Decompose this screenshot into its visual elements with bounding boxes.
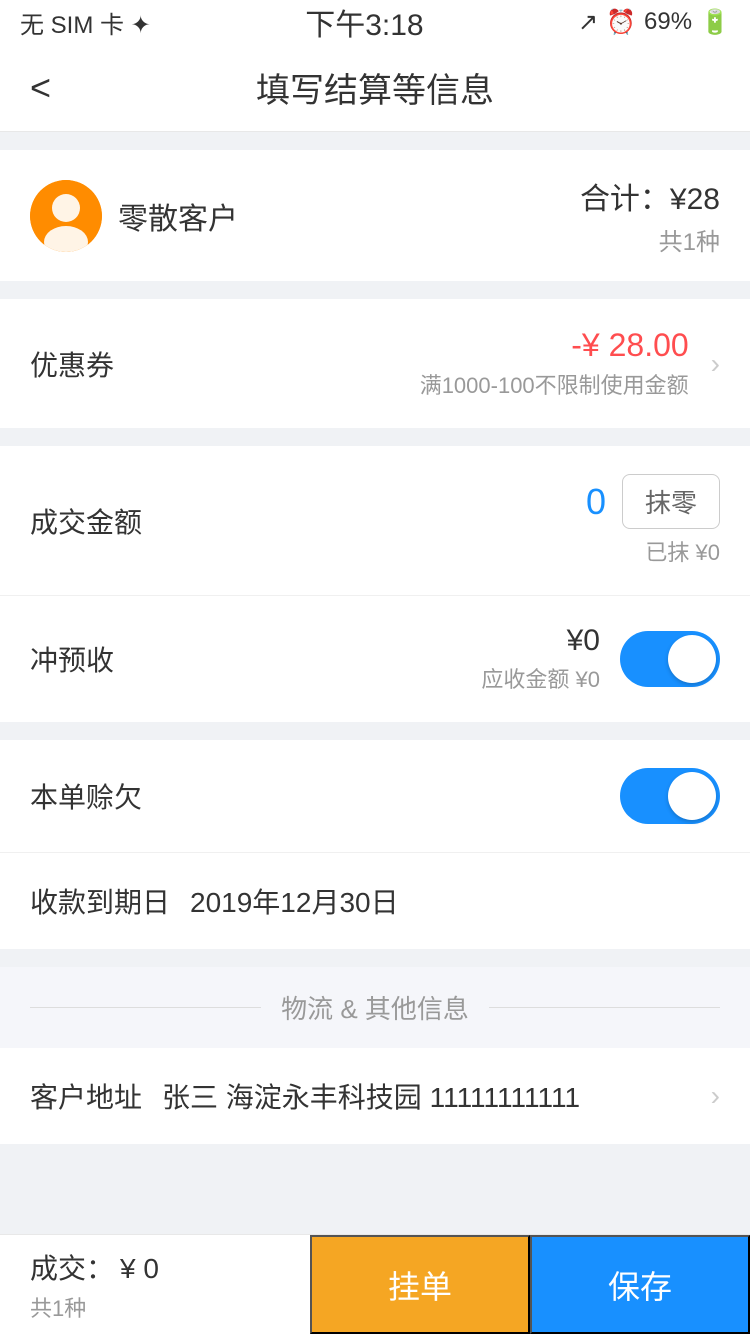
deal-sub-text: 已抹 ¥0 <box>586 535 720 567</box>
battery-icon: 🔋 <box>700 8 730 37</box>
page-title: 填写结算等信息 <box>256 63 494 112</box>
pre-sub-text: 应收金额 ¥0 <box>481 662 600 694</box>
deal-amount-row: 成交金额 0 抹零 已抹 ¥0 <box>0 446 750 596</box>
bottom-count: 共1种 <box>30 1291 310 1323</box>
divider-line-right <box>489 1007 720 1008</box>
coupon-label: 优惠券 <box>30 344 114 384</box>
logistics-label: 物流 & 其他信息 <box>281 989 469 1026</box>
battery-level: 69% <box>644 8 692 36</box>
deal-amount-right: 0 抹零 已抹 ¥0 <box>586 474 720 567</box>
status-time: 下午3:18 <box>305 0 423 44</box>
round-down-button[interactable]: 抹零 <box>622 474 720 529</box>
bottom-deal-label: 成交： <box>30 1247 114 1287</box>
coupon-info: -¥ 28.00 满1000-100不限制使用金额 <box>420 327 689 400</box>
debt-label: 本单赊欠 <box>30 776 142 816</box>
pre-amount: ¥0 <box>481 624 600 658</box>
debt-row: 本单赊欠 <box>0 740 750 852</box>
bottom-deal-row: 成交： ¥ 0 <box>30 1247 310 1287</box>
pre-receive-right: ¥0 应收金额 ¥0 <box>481 624 720 694</box>
debt-toggle-knob <box>668 772 716 820</box>
chevron-right-icon: › <box>711 348 720 380</box>
coupon-description: 满1000-100不限制使用金额 <box>420 368 689 400</box>
pre-receive-toggle[interactable] <box>620 631 720 687</box>
deal-section: 成交金额 0 抹零 已抹 ¥0 冲预收 ¥0 应收金额 ¥0 <box>0 446 750 722</box>
total-price: 合计：¥28 <box>580 174 720 218</box>
address-value: 张三 海淀永丰科技园 11111111111 <box>162 1076 703 1116</box>
clock-icon: ⏰ <box>606 8 636 37</box>
logistics-divider: 物流 & 其他信息 <box>0 967 750 1048</box>
address-section: 客户地址 张三 海淀永丰科技园 11111111111 › <box>0 1048 750 1144</box>
pre-receive-label: 冲预收 <box>30 639 114 679</box>
bottom-deal-amount: ¥ 0 <box>120 1253 159 1285</box>
divider-line-left <box>30 1007 261 1008</box>
customer-section: 零散客户 合计：¥28 共1种 <box>0 150 750 281</box>
coupon-discount: -¥ 28.00 <box>420 327 689 364</box>
status-bar: 无 SIM 卡 ✦ 下午3:18 ↗ ⏰ 69% 🔋 <box>0 0 750 44</box>
due-date-row: 收款到期日 2019年12月30日 <box>0 852 750 949</box>
status-left: 无 SIM 卡 ✦ <box>20 5 151 40</box>
deal-amount-label: 成交金额 <box>30 501 142 541</box>
pre-receive-row: 冲预收 ¥0 应收金额 ¥0 <box>0 596 750 722</box>
address-row[interactable]: 客户地址 张三 海淀永丰科技园 11111111111 › <box>0 1048 750 1144</box>
toggle-knob <box>668 635 716 683</box>
sim-status: 无 SIM 卡 ✦ <box>20 5 151 40</box>
deal-amount-value: 0 <box>586 481 606 523</box>
nav-bar: < 填写结算等信息 <box>0 44 750 132</box>
customer-left: 零散客户 <box>30 180 238 252</box>
address-label: 客户地址 <box>30 1076 142 1116</box>
pre-amount-block: ¥0 应收金额 ¥0 <box>481 624 600 694</box>
debt-toggle[interactable] <box>620 768 720 824</box>
due-date-value: 2019年12月30日 <box>190 881 399 921</box>
avatar <box>30 180 102 252</box>
customer-row: 零散客户 合计：¥28 共1种 <box>0 150 750 281</box>
customer-name: 零散客户 <box>118 194 238 238</box>
coupon-section: 优惠券 -¥ 28.00 满1000-100不限制使用金额 › <box>0 299 750 428</box>
bottom-summary: 成交： ¥ 0 共1种 <box>0 1235 310 1334</box>
customer-total: 合计：¥28 共1种 <box>580 174 720 257</box>
coupon-right-block: -¥ 28.00 满1000-100不限制使用金额 › <box>420 327 720 400</box>
bottom-bar: 成交： ¥ 0 共1种 挂单 保存 <box>0 1234 750 1334</box>
location-icon: ↗ <box>578 8 598 37</box>
debt-section: 本单赊欠 收款到期日 2019年12月30日 <box>0 740 750 949</box>
coupon-row[interactable]: 优惠券 -¥ 28.00 满1000-100不限制使用金额 › <box>0 299 750 428</box>
address-chevron-icon: › <box>711 1080 720 1112</box>
status-right: ↗ ⏰ 69% 🔋 <box>578 8 730 37</box>
back-button[interactable]: < <box>30 67 51 109</box>
due-date-label: 收款到期日 <box>30 881 170 921</box>
save-button[interactable]: 保存 <box>530 1235 750 1334</box>
hold-order-button[interactable]: 挂单 <box>310 1235 530 1334</box>
total-count: 共1种 <box>580 222 720 257</box>
